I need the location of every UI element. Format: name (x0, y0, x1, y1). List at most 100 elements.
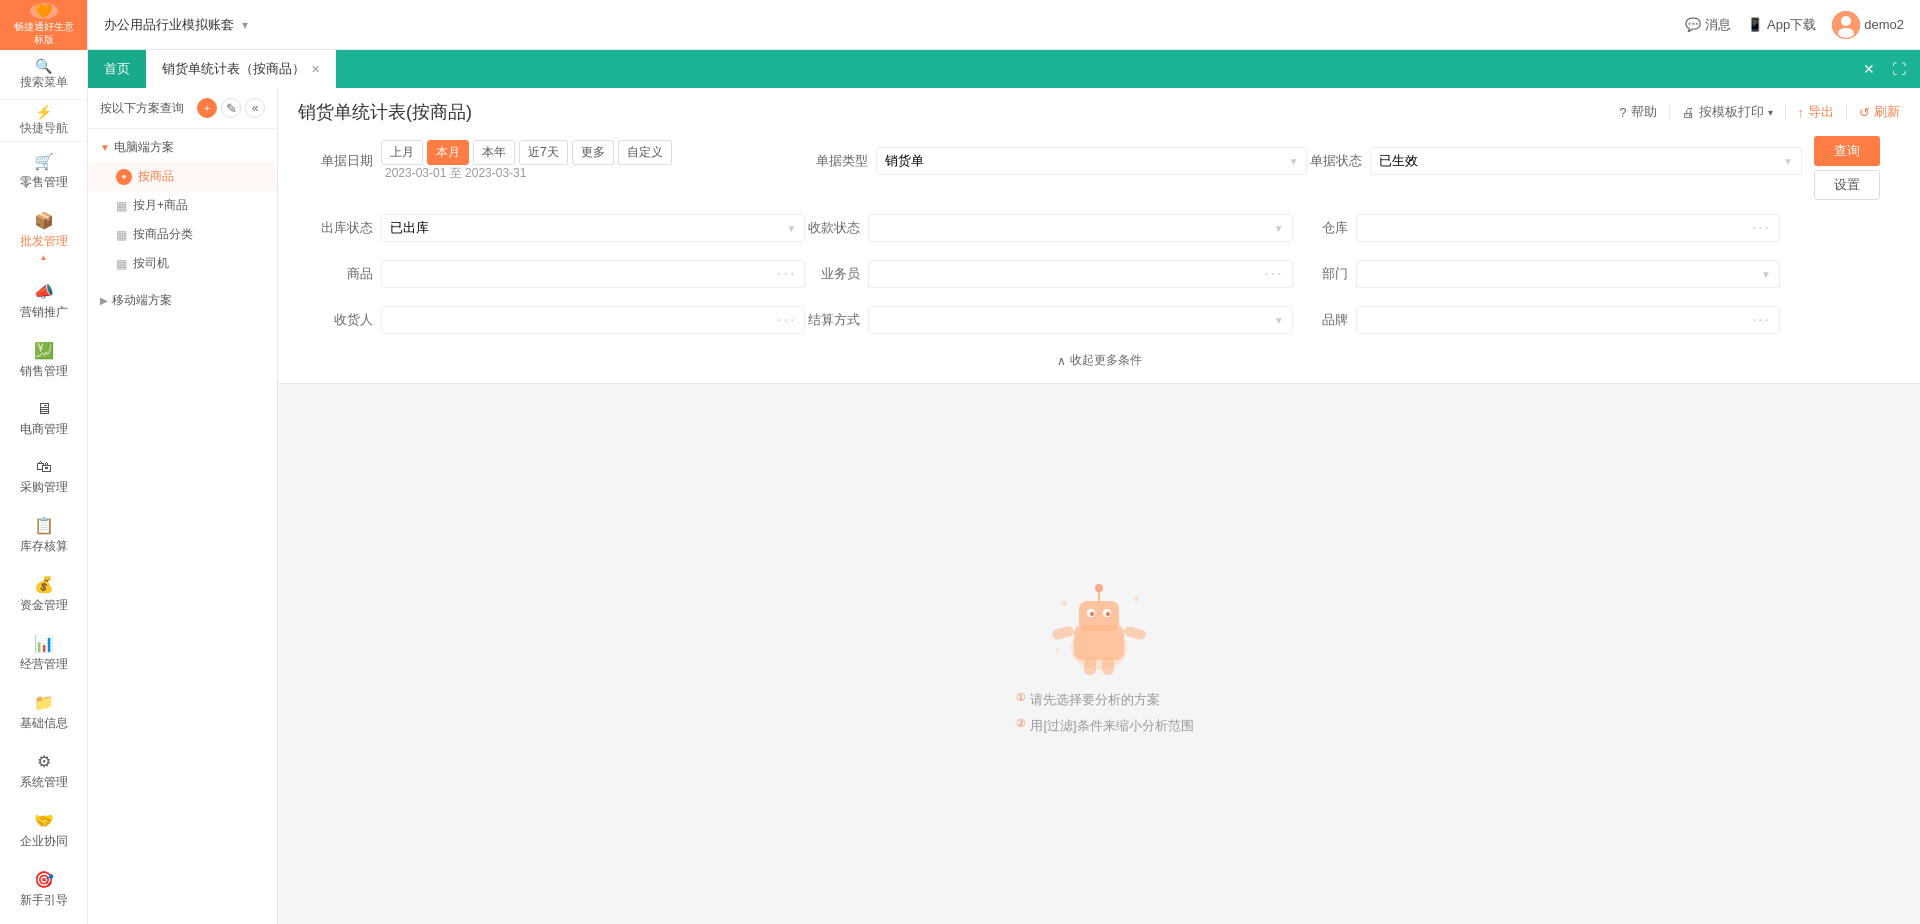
settings-btn[interactable]: 设置 (1814, 170, 1880, 200)
sidebar-item-finance[interactable]: 💰 资金管理 (0, 565, 87, 624)
staff-select[interactable]: ··· (868, 260, 1292, 288)
page-title: 销货单统计表(按商品) (298, 100, 472, 124)
tree-section-pc: ▼ 电脑端方案 ● 按商品 ▦ 按月+商品 ▦ 按商品分类 ▦ 按司 (88, 129, 277, 282)
svg-text:✦: ✦ (1054, 646, 1061, 655)
header-dropdown-icon[interactable]: ▾ (242, 18, 248, 32)
sidebar-item-basic[interactable]: 📁 基础信息 (0, 683, 87, 742)
doc-type-label: 单据类型 (813, 152, 868, 170)
sidebar-item-system[interactable]: ⚙ 系统管理 (0, 742, 87, 801)
receiver-select[interactable]: ··· (381, 306, 805, 334)
export-btn[interactable]: ↑ 导出 (1798, 103, 1835, 121)
wholesale-icon: 📦 (34, 211, 54, 230)
date-btn-this-year[interactable]: 本年 (473, 140, 515, 165)
sidebar-item-ecommerce[interactable]: 🖥 电商管理 (0, 390, 87, 448)
print-label: 按模板打印 (1699, 103, 1764, 121)
sidebar-item-label: 资金管理 (20, 597, 68, 614)
tree-item-icon-product: ● (116, 169, 132, 185)
sidebar-item-search-menu[interactable]: 🔍 搜索菜单 (0, 50, 87, 100)
tree-parent-mobile[interactable]: ▶ 移动端方案 (88, 286, 277, 315)
svg-point-9 (1106, 612, 1110, 616)
sidebar-item-label: 零售管理 (20, 174, 68, 191)
help-icon: ? (1619, 105, 1626, 120)
app-download-btn[interactable]: 📱 App下载 (1747, 16, 1816, 34)
collapse-panel-btn[interactable]: « (245, 98, 265, 118)
action-buttons: 查询 设置 (1814, 136, 1880, 200)
sidebar-item-newbie[interactable]: 🎯 新手引导 (0, 860, 87, 919)
sidebar-item-label: 企业协同 (20, 833, 68, 850)
sidebar-item-label: 销售管理 (20, 363, 68, 380)
system-icon: ⚙ (37, 752, 51, 771)
date-btn-custom[interactable]: 自定义 (618, 140, 672, 165)
product-select[interactable]: ··· (381, 260, 805, 288)
date-btn-this-month[interactable]: 本月 (427, 140, 469, 165)
date-btn-more[interactable]: 更多 (572, 140, 614, 165)
doc-status-select[interactable]: 已生效 ▼ (1370, 147, 1802, 175)
empty-num2: ② (1016, 717, 1026, 730)
collapse-btn[interactable]: ∧ 收起更多条件 (318, 346, 1880, 371)
tree-parent-pc[interactable]: ▼ 电脑端方案 (88, 133, 277, 162)
sidebar-item-sales[interactable]: 💹 销售管理 (0, 331, 87, 390)
sidebar-item-app-center[interactable]: 📱 应用中心 (0, 919, 87, 924)
sidebar-item-enterprise[interactable]: 🤝 企业协同 (0, 801, 87, 860)
svg-point-8 (1090, 612, 1094, 616)
tab-close-icon[interactable]: ✕ (311, 63, 320, 76)
settle-arrow: ▼ (1274, 315, 1284, 326)
tree-item-by-month-product[interactable]: ▦ 按月+商品 (88, 191, 277, 220)
date-btn-group: 上月 本月 本年 近7天 更多 自定义 (381, 140, 813, 165)
doc-type-select[interactable]: 销货单 ▼ (876, 147, 1308, 175)
close-window-btn[interactable]: ✕ (1856, 56, 1882, 82)
svg-rect-5 (1079, 601, 1119, 631)
date-filter: 单据日期 上月 本月 本年 近7天 更多 自定义 (318, 136, 813, 186)
tab-bar-right: ✕ ⛶ (1856, 56, 1920, 82)
print-btn[interactable]: 🖨 按模板打印 ▾ (1682, 103, 1773, 121)
settle-select[interactable]: ▼ (868, 306, 1292, 334)
tree-item-by-category[interactable]: ▦ 按商品分类 (88, 220, 277, 249)
sidebar: 🧡 畅捷通好生意 标版 🔍 搜索菜单 ⚡ 快捷导航 🛒 零售管理 📦 批发管理 … (0, 0, 88, 924)
staff-label: 业务员 (805, 265, 860, 283)
operations-icon: 📊 (34, 634, 54, 653)
sidebar-item-inventory[interactable]: 📋 库存核算 (0, 506, 87, 565)
message-btn[interactable]: 💬 消息 (1685, 16, 1731, 34)
help-btn[interactable]: ? 帮助 (1619, 103, 1656, 121)
dept-arrow: ▼ (1761, 269, 1771, 280)
svg-point-2 (1838, 28, 1854, 38)
date-btn-7days[interactable]: 近7天 (519, 140, 568, 165)
search-btn[interactable]: 查询 (1814, 136, 1880, 166)
doc-status-arrow: ▼ (1783, 156, 1793, 167)
sales-icon: 💹 (34, 341, 54, 360)
dept-select[interactable]: ▼ (1356, 260, 1780, 288)
dept-filter: 部门 ▼ (1293, 256, 1780, 292)
date-btn-last-month[interactable]: 上月 (381, 140, 423, 165)
user-name: demo2 (1864, 17, 1904, 32)
purchase-icon: 🛍 (36, 458, 52, 476)
sidebar-item-operations[interactable]: 📊 经营管理 (0, 624, 87, 683)
brand-select[interactable]: ··· (1356, 306, 1780, 334)
add-scheme-btn[interactable]: + (197, 98, 217, 118)
tree-item-by-driver[interactable]: ▦ 按司机 (88, 249, 277, 278)
warehouse-select[interactable]: 已出库 ▼ (381, 214, 805, 242)
refresh-btn[interactable]: ↺ 刷新 (1859, 103, 1900, 121)
sidebar-item-quick-nav[interactable]: ⚡ 快捷导航 (0, 100, 87, 142)
tree-section-mobile: ▶ 移动端方案 (88, 282, 277, 319)
tab-home-label: 首页 (104, 60, 130, 78)
tab-report[interactable]: 销货单统计表（按商品） ✕ (146, 50, 336, 88)
print-dropdown-icon: ▾ (1768, 107, 1773, 118)
tree-item-icon-month: ▦ (116, 199, 127, 213)
receiver-input: ··· (381, 306, 805, 334)
warehouse2-select[interactable]: ··· (1356, 214, 1780, 242)
user-profile[interactable]: demo2 (1832, 11, 1904, 39)
sidebar-item-label: 基础信息 (20, 715, 68, 732)
tab-home[interactable]: 首页 (88, 50, 146, 88)
tree-item-by-product[interactable]: ● 按商品 (88, 162, 277, 191)
sidebar-item-marketing[interactable]: 📣 营销推广 (0, 272, 87, 331)
app-name: 畅捷通好生意 (14, 21, 74, 33)
receipt-status-select[interactable]: ▼ (868, 214, 1292, 242)
sidebar-item-purchase[interactable]: 🛍 采购管理 (0, 448, 87, 506)
fullscreen-btn[interactable]: ⛶ (1886, 56, 1912, 82)
sidebar-item-wholesale[interactable]: 📦 批发管理 (0, 201, 87, 272)
tree-parent-label-mobile: 移动端方案 (112, 292, 172, 309)
sidebar-item-retail[interactable]: 🛒 零售管理 (0, 142, 87, 201)
tree-item-label: 按商品分类 (133, 226, 193, 243)
filter-area: 单据日期 上月 本月 本年 近7天 更多 自定义 (298, 136, 1900, 383)
edit-scheme-btn[interactable]: ✎ (221, 98, 241, 118)
